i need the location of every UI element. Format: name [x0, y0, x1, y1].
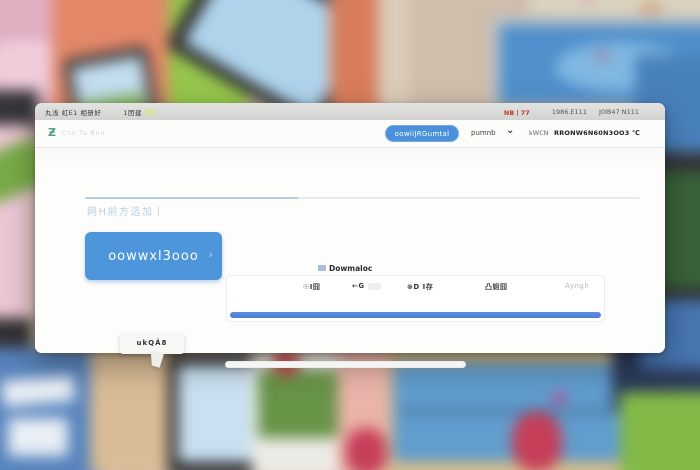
downloads-title: Dowmaloc	[318, 264, 373, 273]
menu-item-5[interactable]: Ayngh	[565, 282, 589, 290]
downloads-panel: ☉I囧 ←G ⊗D Ⅰ存 凸姐囧 Ayngh	[226, 275, 605, 322]
menu-item-2[interactable]: ←G	[352, 282, 381, 290]
content-top-strip	[35, 148, 665, 161]
desktop-background: 丸浅 虹E1 相册好 1团建 NB〡77 1986.E111 J0IB47 N1…	[0, 0, 700, 470]
header-account-text[interactable]: RRONW6N60N3OO3 ℃	[554, 129, 640, 137]
downloads-icon	[318, 265, 326, 271]
site-logo-text: Cnc Tu Bnn	[62, 130, 106, 137]
topbar-left-text: 丸浅 虹E1 相册好	[45, 108, 102, 117]
header-download-button[interactable]: oowiiJRGumtal	[385, 125, 459, 142]
topbar-badge: NB〡77	[503, 108, 530, 117]
menu-item-1[interactable]: ☉I囧	[303, 282, 320, 292]
section-divider-accent	[85, 197, 298, 199]
empty-bar	[225, 361, 466, 368]
chevron-right-icon: ›	[208, 248, 214, 261]
menu-item-2-label: ←G	[352, 282, 365, 290]
site-header: Ƶ Cnc Tu Bnn ····· oowiiJRGumtal pumnb ⌄…	[35, 120, 665, 148]
topbar-highlight	[145, 108, 157, 115]
main-download-button[interactable]: oowwxl3ooo ›	[85, 232, 222, 280]
menu-item-4[interactable]: 凸姐囧	[485, 282, 508, 292]
progress-bar	[230, 312, 601, 318]
browser-window: 丸浅 虹E1 相册好 1团建 NB〡77 1986.E111 J0IB47 N1…	[35, 103, 665, 368]
chevron-down-icon[interactable]: ⌄	[506, 125, 514, 136]
page-content: 网H前方选加〡 oowwxl3ooo › ukQÄ8 Dowmaloc ☉I囧 …	[35, 148, 665, 368]
page-title: 网H前方选加〡	[87, 207, 166, 218]
site-logo-icon[interactable]: Ƶ	[46, 127, 58, 139]
main-download-button-label: oowwxl3ooo	[108, 248, 199, 264]
header-link[interactable]: kWCN	[529, 129, 549, 137]
menu-item-3[interactable]: ⊗D Ⅰ存	[407, 282, 433, 292]
downloads-title-label: Dowmaloc	[329, 264, 373, 273]
browser-topbar: 丸浅 虹E1 相册好 1团建 NB〡77 1986.E111 J0IB47 N1…	[35, 103, 665, 120]
header-faint-text: ·····	[331, 130, 351, 137]
menu-item-2-box	[367, 282, 381, 290]
topbar-stat-2: J0IB47 N111	[598, 107, 639, 116]
topbar-stat-1: 1986.E111	[551, 107, 587, 116]
header-dropdown[interactable]: pumnb	[471, 129, 496, 137]
topbar-tab-text: 1团建	[123, 108, 143, 117]
